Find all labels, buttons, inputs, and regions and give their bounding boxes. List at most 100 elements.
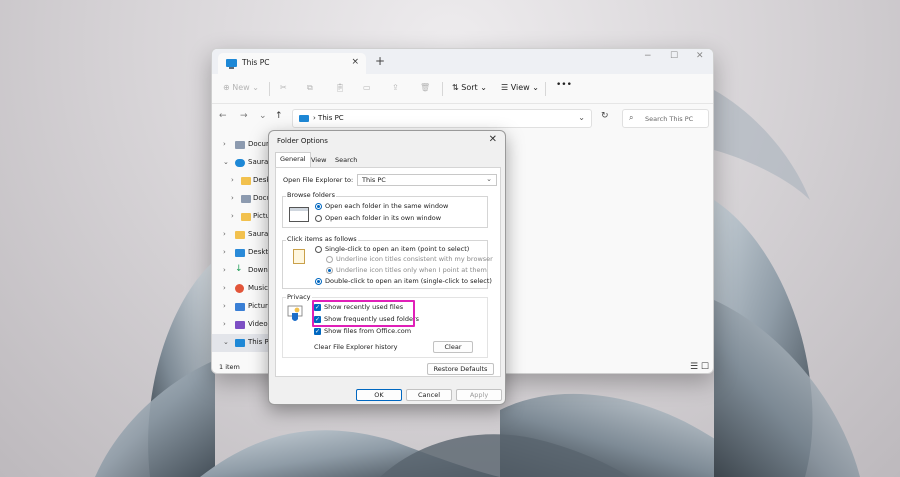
download-icon: ↓: [235, 264, 243, 274]
clear-history-button[interactable]: Clear: [433, 341, 473, 353]
chevron-right-icon[interactable]: ›: [223, 320, 226, 328]
chevron-down-icon[interactable]: ⌄: [223, 338, 229, 346]
clear-history-label: Clear File Explorer history: [314, 343, 398, 351]
document-icon: [241, 195, 251, 203]
sidebar-item-onedrive[interactable]: ⌄ Saurav: [212, 154, 272, 172]
copy-icon[interactable]: ⧉: [307, 83, 313, 93]
chevron-right-icon[interactable]: ›: [223, 248, 226, 256]
apply-button[interactable]: Apply: [456, 389, 502, 401]
general-tab-panel: Open File Explorer to: This PC ⌄ Browse …: [275, 167, 501, 377]
chevron-right-icon[interactable]: ›: [223, 284, 226, 292]
address-dropdown-chevron-icon[interactable]: ⌄: [578, 113, 585, 122]
back-arrow-icon[interactable]: ←: [219, 111, 227, 121]
this-pc-icon: [299, 115, 309, 122]
address-bar[interactable]: › This PC ⌄: [292, 109, 592, 128]
radio-double-click-label[interactable]: Double-click to open an item (single-cli…: [325, 277, 492, 285]
annotation-highlight-box: [312, 300, 415, 327]
share-icon[interactable]: ⇪: [392, 83, 399, 92]
radio-double-click[interactable]: [315, 278, 322, 285]
more-options-button[interactable]: •••: [556, 80, 572, 90]
sidebar-item-music[interactable]: › Music: [212, 280, 272, 298]
pointer-click-icon: [293, 249, 305, 264]
folder-icon: [241, 177, 251, 185]
close-window-button[interactable]: ✕: [696, 51, 704, 61]
chevron-right-icon[interactable]: ›: [231, 212, 234, 220]
radio-underline-consistent: [326, 256, 333, 263]
open-explorer-dropdown[interactable]: This PC ⌄: [357, 174, 497, 186]
recent-locations-chevron-icon[interactable]: ⌄: [259, 111, 267, 121]
up-arrow-icon[interactable]: ↑: [275, 111, 283, 121]
dialog-title: Folder Options: [277, 137, 328, 145]
desktop-icon: [235, 249, 245, 257]
pictures-icon: [235, 303, 245, 311]
sidebar-item-desktop-onedrive[interactable]: › Deskt: [212, 172, 273, 190]
chevron-right-icon[interactable]: ›: [223, 302, 226, 310]
chevron-right-icon[interactable]: ›: [223, 230, 226, 238]
tab-close-icon[interactable]: ×: [351, 57, 359, 67]
radio-underline-consistent-label: Underline icon titles consistent with my…: [336, 255, 493, 263]
ok-button[interactable]: OK: [356, 389, 402, 401]
address-row: ← → ⌄ ↑ › This PC ⌄ ↻ ⌕ Search This PC: [212, 107, 713, 131]
breadcrumb-this-pc[interactable]: This PC: [318, 114, 344, 122]
restore-defaults-button[interactable]: Restore Defaults: [427, 363, 494, 375]
folder-options-dialog: Folder Options ✕ General View Search Ope…: [268, 130, 506, 405]
paste-icon[interactable]: 📋︎: [335, 83, 345, 92]
group-title: Browse folders: [286, 191, 336, 199]
rename-icon[interactable]: ▭: [363, 83, 371, 92]
radio-same-window[interactable]: [315, 203, 322, 210]
radio-same-window-label[interactable]: Open each folder in the same window: [325, 202, 448, 210]
cut-icon[interactable]: ✂: [280, 83, 287, 92]
title-bar: This PC × + − ☐ ✕: [212, 49, 713, 74]
breadcrumb[interactable]: › This PC: [313, 114, 344, 122]
checkbox-show-office-label[interactable]: Show files from Office.com: [324, 327, 411, 335]
checkbox-show-office[interactable]: ✓: [314, 328, 321, 335]
sidebar-item-documents[interactable]: › Docum: [212, 136, 273, 154]
radio-own-window[interactable]: [315, 215, 322, 222]
chevron-right-icon[interactable]: ›: [223, 140, 226, 148]
search-input[interactable]: ⌕ Search This PC: [622, 109, 709, 128]
sidebar-item-videos[interactable]: › Videos: [212, 316, 272, 334]
breadcrumb-separator: ›: [313, 114, 316, 122]
this-pc-icon: [226, 59, 237, 69]
chevron-right-icon[interactable]: ›: [231, 194, 234, 202]
sort-button[interactable]: ⇅ Sort ⌄: [452, 83, 487, 92]
sidebar-item-desktop[interactable]: › Deskto: [212, 244, 272, 262]
radio-own-window-label[interactable]: Open each folder in its own window: [325, 214, 441, 222]
sidebar-item-user-folder[interactable]: › Saurav: [212, 226, 272, 244]
tab-this-pc[interactable]: This PC ×: [218, 53, 366, 74]
folder-icon: [241, 213, 251, 221]
sidebar-item-this-pc[interactable]: ⌄ This PC: [212, 334, 274, 352]
refresh-icon[interactable]: ↻: [601, 111, 609, 121]
close-icon[interactable]: ✕: [489, 134, 497, 145]
new-tab-button[interactable]: +: [375, 55, 385, 67]
chevron-down-icon[interactable]: ⌄: [223, 158, 229, 166]
tab-general[interactable]: General: [275, 152, 311, 167]
forward-arrow-icon[interactable]: →: [240, 111, 248, 121]
layout-toggle-icons[interactable]: ☰ ☐: [690, 362, 709, 372]
tab-search[interactable]: Search: [331, 154, 361, 167]
new-button[interactable]: ⊕ New ⌄: [223, 83, 259, 92]
minimize-button[interactable]: −: [644, 51, 652, 61]
search-placeholder: Search This PC: [645, 115, 694, 123]
sidebar-item-pictures[interactable]: › Pictures: [212, 298, 276, 316]
radio-underline-point-label: Underline icon titles only when I point …: [336, 266, 487, 274]
toolbar-divider: [545, 82, 546, 96]
chevron-right-icon[interactable]: ›: [231, 176, 234, 184]
document-icon: [235, 141, 245, 149]
tab-view[interactable]: View: [307, 154, 330, 167]
search-icon: ⌕: [629, 113, 634, 122]
radio-single-click[interactable]: [315, 246, 322, 253]
sidebar-item-downloads[interactable]: › ↓ Downlo: [212, 262, 274, 280]
folder-icon: [235, 231, 245, 239]
delete-icon[interactable]: 🗑︎: [420, 83, 430, 92]
cloud-icon: [235, 159, 245, 167]
sidebar-item-documents-onedrive[interactable]: › Docu: [212, 190, 272, 208]
chevron-right-icon[interactable]: ›: [223, 266, 226, 274]
maximize-button[interactable]: ☐: [670, 51, 678, 61]
cancel-button[interactable]: Cancel: [406, 389, 452, 401]
view-button[interactable]: ☰ View ⌄: [501, 83, 539, 92]
open-explorer-value: This PC: [362, 176, 386, 184]
radio-single-click-label[interactable]: Single-click to open an item (point to s…: [325, 245, 469, 253]
sidebar-item-pictures-onedrive[interactable]: › Pictur: [212, 208, 273, 226]
browse-folders-group: Browse folders Open each folder in the s…: [282, 191, 488, 228]
